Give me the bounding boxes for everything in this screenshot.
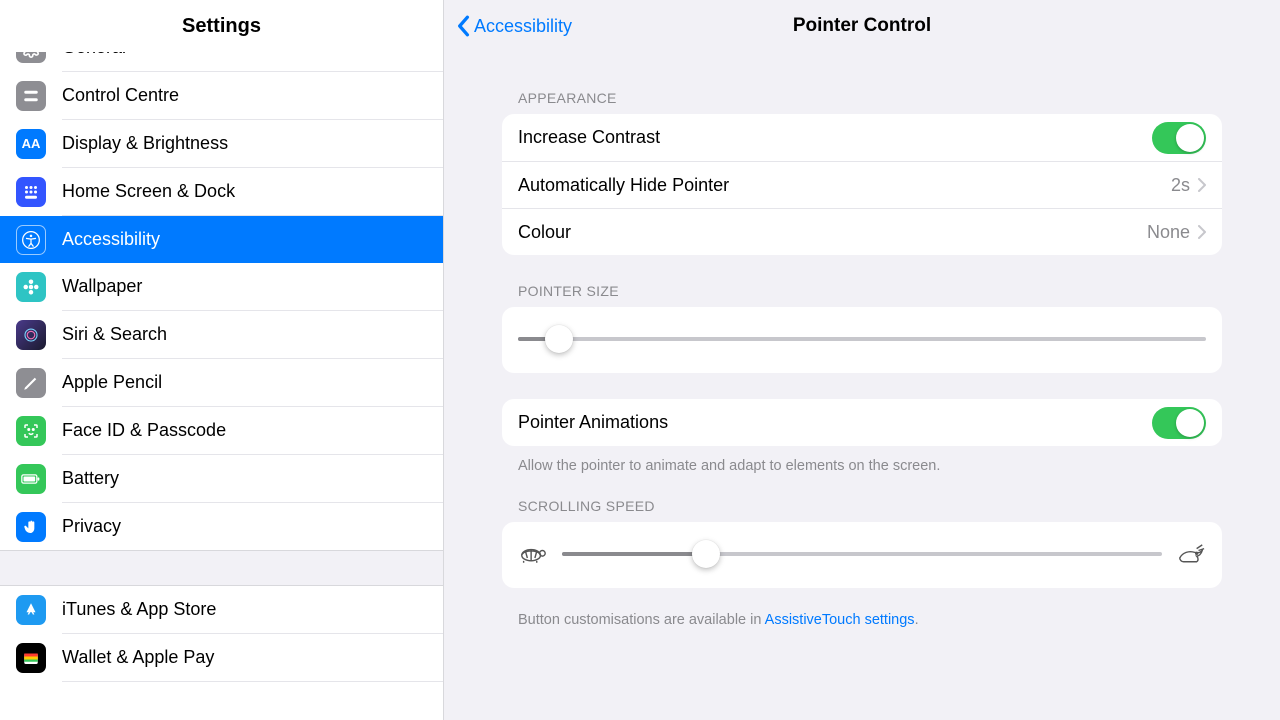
increase-contrast-toggle[interactable]: [1152, 122, 1206, 154]
back-label: Accessibility: [474, 16, 572, 37]
sidebar-item-wallpaper[interactable]: Wallpaper: [0, 263, 443, 310]
sidebar-item-apple-pencil[interactable]: Apple Pencil: [0, 359, 443, 406]
pointer-animations-note: Allow the pointer to animate and adapt t…: [502, 446, 1222, 476]
chevron-right-icon: [1198, 225, 1206, 239]
text-size-icon: AA: [16, 129, 46, 159]
siri-icon: [16, 320, 46, 350]
sidebar-item-label: Accessibility: [62, 229, 443, 250]
row-label: Pointer Animations: [518, 412, 1152, 433]
sidebar-item-label: Privacy: [62, 516, 443, 537]
sidebar-item-label: Control Centre: [62, 85, 443, 106]
back-button[interactable]: Accessibility: [456, 15, 572, 37]
row-pointer-animations[interactable]: Pointer Animations: [502, 399, 1222, 446]
sidebar-item-label: General: [62, 52, 443, 58]
sidebar-item-control-centre[interactable]: Control Centre: [0, 72, 443, 119]
row-colour[interactable]: Colour None: [502, 208, 1222, 255]
pointer-animations-card: Pointer Animations: [502, 399, 1222, 446]
row-label: Automatically Hide Pointer: [518, 175, 1171, 196]
sidebar-item-label: Display & Brightness: [62, 133, 443, 154]
chevron-left-icon: [456, 15, 470, 37]
sidebar-list[interactable]: General Control Centre AA Display & Brig…: [0, 52, 443, 720]
detail-pane: Accessibility Pointer Control APPEARANCE…: [444, 0, 1280, 720]
flower-icon: [16, 272, 46, 302]
row-auto-hide-pointer[interactable]: Automatically Hide Pointer 2s: [502, 161, 1222, 208]
row-label: Colour: [518, 222, 1147, 243]
sidebar-item-siri-search[interactable]: Siri & Search: [0, 311, 443, 358]
hare-icon: [1176, 543, 1206, 565]
page-title: Pointer Control: [793, 15, 931, 37]
row-label: Increase Contrast: [518, 127, 1152, 148]
footer-suffix: .: [915, 612, 919, 628]
pointer-size-slider[interactable]: [518, 325, 1206, 353]
hand-icon: [16, 512, 46, 542]
sidebar-item-wallet-apple-pay[interactable]: Wallet & Apple Pay: [0, 634, 443, 681]
pointer-size-header: POINTER SIZE: [502, 255, 1222, 307]
pointer-animations-toggle[interactable]: [1152, 407, 1206, 439]
sidebar-item-label: Wallet & Apple Pay: [62, 647, 443, 668]
assistivetouch-settings-link[interactable]: AssistiveTouch settings: [765, 612, 915, 628]
pencil-icon: [16, 368, 46, 398]
sidebar-item-label: Apple Pencil: [62, 372, 443, 393]
sidebar-title: Settings: [0, 0, 443, 52]
face-id-icon: [16, 416, 46, 446]
sidebar-item-accessibility[interactable]: Accessibility: [0, 216, 443, 263]
appearance-card: Increase Contrast Automatically Hide Poi…: [502, 114, 1222, 255]
sidebar-item-face-id-passcode[interactable]: Face ID & Passcode: [0, 407, 443, 454]
row-value: 2s: [1171, 175, 1190, 196]
grid-icon: [16, 177, 46, 207]
sidebar-item-label: Home Screen & Dock: [62, 181, 443, 202]
sidebar-item-label: Battery: [62, 468, 443, 489]
appearance-header: APPEARANCE: [502, 62, 1222, 114]
sidebar-item-label: Wallpaper: [62, 276, 443, 297]
sidebar-item-label: Face ID & Passcode: [62, 420, 443, 441]
app-store-icon: [16, 595, 46, 625]
wallet-icon: [16, 643, 46, 673]
row-value: None: [1147, 222, 1190, 243]
footer-prefix: Button customisations are available in: [518, 612, 765, 628]
detail-header: Accessibility Pointer Control: [444, 0, 1280, 52]
sidebar-item-general[interactable]: General: [0, 52, 443, 71]
battery-icon: [16, 464, 46, 494]
sidebar-item-itunes-app-store[interactable]: iTunes & App Store: [0, 586, 443, 633]
footer-note: Button customisations are available in A…: [502, 588, 1222, 630]
tortoise-icon: [518, 543, 548, 565]
sidebar-item-privacy[interactable]: Privacy: [0, 503, 443, 550]
scrolling-speed-slider[interactable]: [562, 540, 1162, 568]
scrolling-speed-header: SCROLLING SPEED: [502, 476, 1222, 522]
gear-icon: [16, 52, 46, 63]
sidebar-item-label: iTunes & App Store: [62, 599, 443, 620]
settings-sidebar: Settings General Control Centre: [0, 0, 444, 720]
chevron-right-icon: [1198, 178, 1206, 192]
row-increase-contrast[interactable]: Increase Contrast: [502, 114, 1222, 161]
sidebar-item-display-brightness[interactable]: AA Display & Brightness: [0, 120, 443, 167]
sidebar-item-label: Siri & Search: [62, 324, 443, 345]
scrolling-speed-card: [502, 522, 1222, 588]
sidebar-item-battery[interactable]: Battery: [0, 455, 443, 502]
pointer-size-card: [502, 307, 1222, 373]
sidebar-item-home-screen-dock[interactable]: Home Screen & Dock: [0, 168, 443, 215]
accessibility-icon: [16, 225, 46, 255]
switches-icon: [16, 81, 46, 111]
